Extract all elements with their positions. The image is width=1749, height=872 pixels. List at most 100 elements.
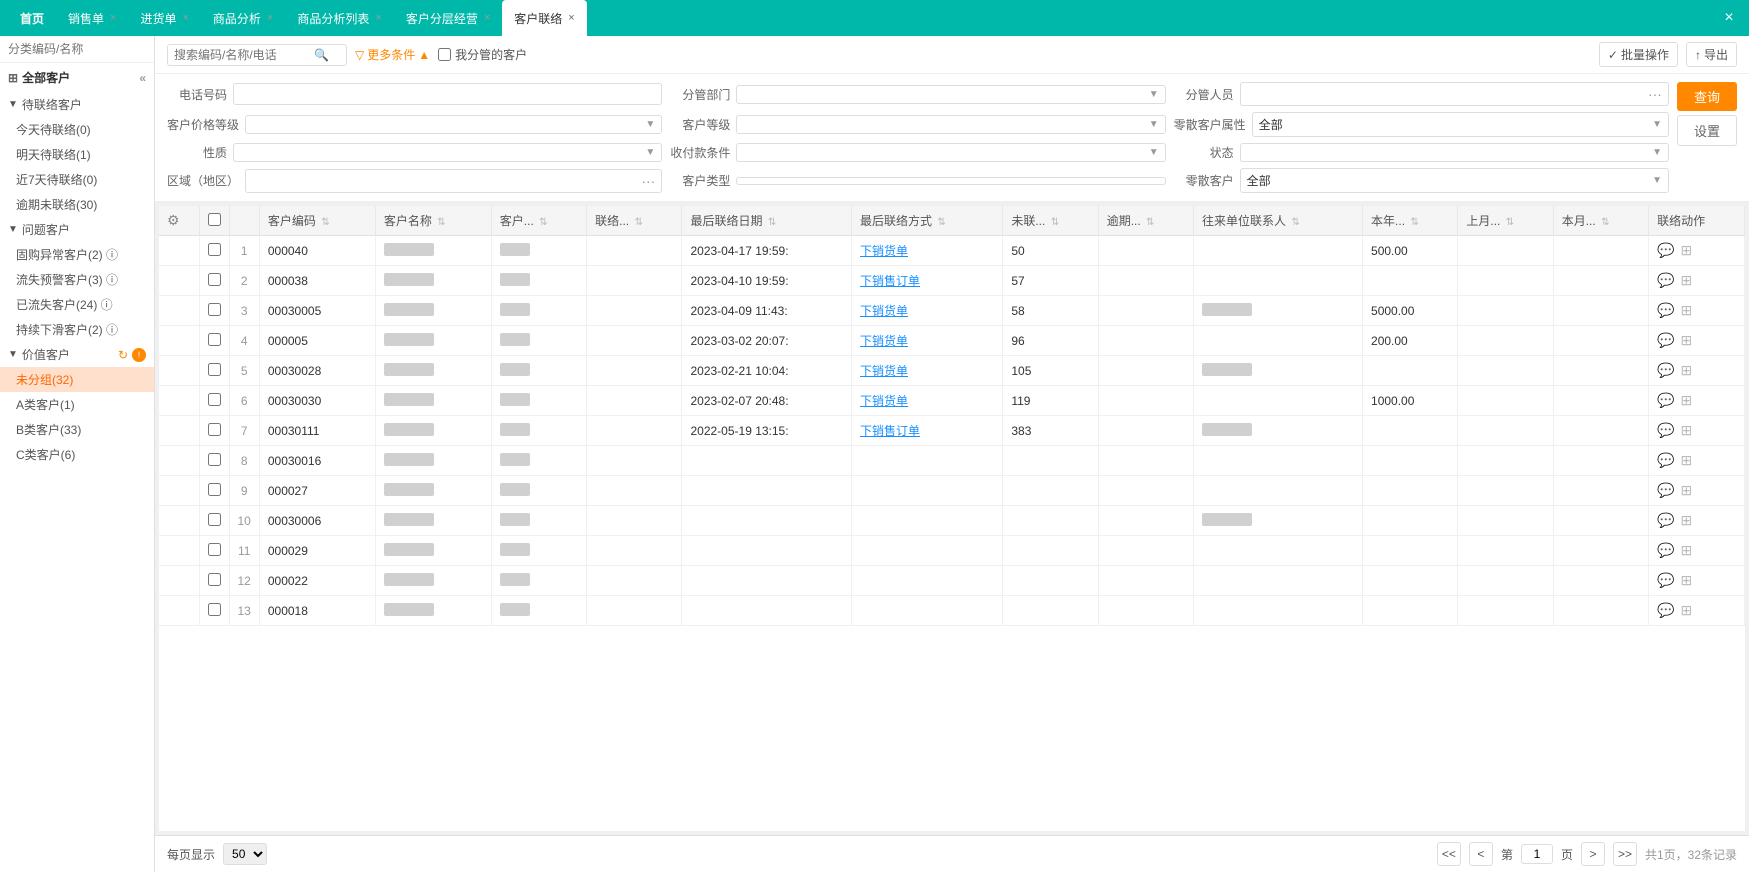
sidebar-item-groupA[interactable]: A类客户(1) bbox=[0, 392, 154, 417]
customer-type-select[interactable] bbox=[736, 177, 1165, 185]
message-icon[interactable]: 💬 bbox=[1657, 362, 1674, 379]
refresh-icon[interactable]: ↻ bbox=[118, 348, 128, 362]
nav-tab-sales[interactable]: 销售单 × bbox=[56, 0, 128, 36]
price-level-select[interactable]: ▼ bbox=[245, 115, 662, 134]
filter-search-box[interactable]: 🔍 bbox=[167, 44, 347, 66]
row-checkbox[interactable] bbox=[208, 513, 221, 526]
nav-tab-customer-segment[interactable]: 客户分层经营 × bbox=[394, 0, 502, 36]
batch-op-button[interactable]: ✓ 批量操作 bbox=[1599, 42, 1678, 67]
scatter-attr-select[interactable]: 全部 ▼ bbox=[1252, 112, 1669, 137]
close-icon[interactable]: × bbox=[484, 12, 490, 24]
grid-action-icon[interactable]: ⊞ bbox=[1681, 392, 1693, 409]
sidebar-item-overdue[interactable]: 逾期未联络(30) bbox=[0, 192, 154, 217]
close-icon[interactable]: × bbox=[110, 12, 116, 24]
window-close-button[interactable]: × bbox=[1717, 6, 1741, 30]
message-icon[interactable]: 💬 bbox=[1657, 332, 1674, 349]
message-icon[interactable]: 💬 bbox=[1657, 602, 1674, 619]
row-checkbox-cell[interactable] bbox=[199, 296, 229, 326]
nav-tab-product-analysis[interactable]: 商品分析 × bbox=[201, 0, 285, 36]
message-icon[interactable]: 💬 bbox=[1657, 512, 1674, 529]
row-checkbox[interactable] bbox=[208, 273, 221, 286]
contact-way-link[interactable]: 下销售订单 bbox=[860, 424, 920, 438]
row-checkbox-cell[interactable] bbox=[199, 506, 229, 536]
message-icon[interactable]: 💬 bbox=[1657, 392, 1674, 409]
row-checkbox-cell[interactable] bbox=[199, 386, 229, 416]
row-checkbox-cell[interactable] bbox=[199, 566, 229, 596]
grid-action-icon[interactable]: ⊞ bbox=[1681, 572, 1693, 589]
message-icon[interactable]: 💬 bbox=[1657, 572, 1674, 589]
phone-input[interactable] bbox=[233, 83, 662, 105]
row-checkbox[interactable] bbox=[208, 243, 221, 256]
grid-action-icon[interactable]: ⊞ bbox=[1681, 302, 1693, 319]
row-checkbox-cell[interactable] bbox=[199, 326, 229, 356]
row-checkbox[interactable] bbox=[208, 483, 221, 496]
page-size-select[interactable]: 50 bbox=[223, 843, 267, 865]
scatter-select[interactable]: 全部 ▼ bbox=[1240, 168, 1669, 193]
sidebar-item-groupB[interactable]: B类客户(33) bbox=[0, 417, 154, 442]
row-checkbox[interactable] bbox=[208, 363, 221, 376]
more-conditions-button[interactable]: ▽ 更多条件 ▲ bbox=[355, 46, 430, 63]
sidebar-item-churn-warning[interactable]: 流失预警客户(3) ⓘ bbox=[0, 267, 154, 292]
message-icon[interactable]: 💬 bbox=[1657, 452, 1674, 469]
row-checkbox-cell[interactable] bbox=[199, 266, 229, 296]
current-page-input[interactable] bbox=[1521, 844, 1553, 864]
grid-action-icon[interactable]: ⊞ bbox=[1681, 362, 1693, 379]
grid-action-icon[interactable]: ⊞ bbox=[1681, 542, 1693, 559]
sidebar-item-lost[interactable]: 已流失客户(24) ⓘ bbox=[0, 292, 154, 317]
grid-action-icon[interactable]: ⊞ bbox=[1681, 242, 1693, 259]
contact-way-link[interactable]: 下销货单 bbox=[860, 394, 908, 408]
grid-action-icon[interactable]: ⊞ bbox=[1681, 452, 1693, 469]
filter-search-input[interactable] bbox=[174, 48, 314, 62]
nav-tab-product-analysis-list[interactable]: 商品分析列表 × bbox=[285, 0, 393, 36]
first-page-button[interactable]: << bbox=[1437, 842, 1461, 866]
grid-action-icon[interactable]: ⊞ bbox=[1681, 602, 1693, 619]
sidebar-item-abnormal[interactable]: 固购异常客户(2) ⓘ bbox=[0, 242, 154, 267]
last-page-button[interactable]: >> bbox=[1613, 842, 1637, 866]
row-checkbox[interactable] bbox=[208, 333, 221, 346]
message-icon[interactable]: 💬 bbox=[1657, 542, 1674, 559]
row-checkbox[interactable] bbox=[208, 573, 221, 586]
sidebar-search-box[interactable]: 🔍 bbox=[0, 36, 154, 63]
row-checkbox-cell[interactable] bbox=[199, 476, 229, 506]
contact-way-link[interactable]: 下销售订单 bbox=[860, 274, 920, 288]
row-checkbox[interactable] bbox=[208, 543, 221, 556]
export-button[interactable]: ↑ 导出 bbox=[1686, 42, 1737, 67]
my-customers-check[interactable] bbox=[438, 48, 451, 61]
grid-action-icon[interactable]: ⊞ bbox=[1681, 512, 1693, 529]
row-checkbox[interactable] bbox=[208, 603, 221, 616]
settings-icon[interactable]: ⚙ bbox=[167, 212, 180, 228]
row-checkbox[interactable] bbox=[208, 303, 221, 316]
contact-way-link[interactable]: 下销货单 bbox=[860, 334, 908, 348]
row-checkbox[interactable] bbox=[208, 423, 221, 436]
sidebar-item-ungroup[interactable]: 未分组(32) bbox=[0, 367, 154, 392]
row-checkbox-cell[interactable] bbox=[199, 416, 229, 446]
close-icon[interactable]: × bbox=[182, 12, 188, 24]
row-checkbox[interactable] bbox=[208, 453, 221, 466]
reset-button[interactable]: 设置 bbox=[1677, 115, 1737, 146]
sidebar-group-pending[interactable]: ▼ 待联络客户 bbox=[0, 92, 154, 117]
region-select[interactable]: ··· bbox=[245, 169, 662, 193]
search-icon[interactable]: 🔍 bbox=[314, 48, 329, 62]
sidebar-item-today[interactable]: 今天待联络(0) bbox=[0, 117, 154, 142]
nature-select[interactable]: ▼ bbox=[233, 143, 662, 162]
grid-action-icon[interactable]: ⊞ bbox=[1681, 422, 1693, 439]
sidebar-group-value[interactable]: ▼ 价值客户 ↻ ! bbox=[0, 342, 154, 367]
row-checkbox-cell[interactable] bbox=[199, 536, 229, 566]
message-icon[interactable]: 💬 bbox=[1657, 302, 1674, 319]
col-settings[interactable]: ⚙ bbox=[159, 206, 199, 236]
my-customers-checkbox[interactable]: 我分管的客户 bbox=[438, 46, 527, 63]
message-icon[interactable]: 💬 bbox=[1657, 272, 1674, 289]
nav-tab-purchase[interactable]: 进货单 × bbox=[128, 0, 200, 36]
prev-page-button[interactable]: < bbox=[1469, 842, 1493, 866]
contact-way-link[interactable]: 下销货单 bbox=[860, 304, 908, 318]
customer-level-select[interactable]: ▼ bbox=[736, 115, 1165, 134]
close-icon[interactable]: × bbox=[568, 12, 574, 24]
close-icon[interactable]: × bbox=[267, 12, 273, 24]
message-icon[interactable]: 💬 bbox=[1657, 422, 1674, 439]
close-icon[interactable]: × bbox=[375, 12, 381, 24]
all-customers-section[interactable]: ⊞ 全部客户 « bbox=[0, 63, 154, 92]
contact-way-link[interactable]: 下销货单 bbox=[860, 364, 908, 378]
sidebar-search-input[interactable] bbox=[8, 42, 155, 56]
row-checkbox-cell[interactable] bbox=[199, 596, 229, 626]
collapse-icon[interactable]: « bbox=[139, 71, 146, 85]
